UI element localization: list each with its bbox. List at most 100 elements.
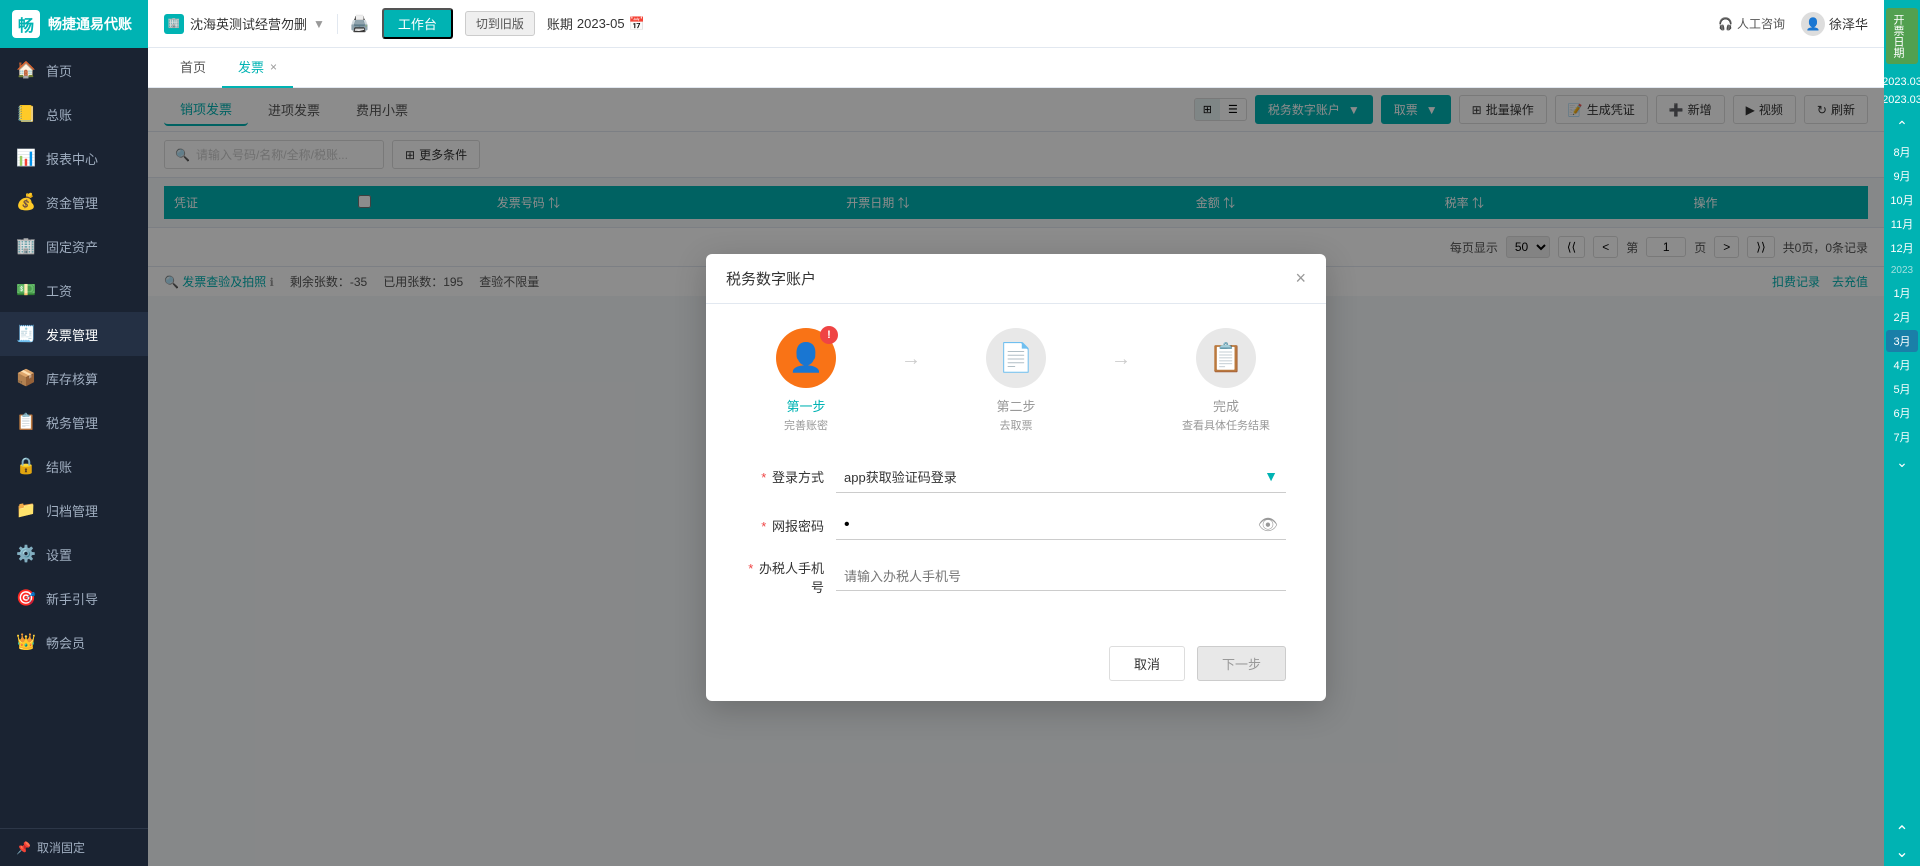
tab-home[interactable]: 首页 (164, 48, 222, 88)
capital-icon: 💰 (16, 192, 36, 212)
month-7[interactable]: 7月 (1886, 426, 1918, 448)
switch-version-button[interactable]: 切到旧版 (465, 11, 535, 36)
month-1[interactable]: 1月 (1886, 282, 1918, 304)
sidebar-item-closing[interactable]: 🔒 结账 (0, 444, 148, 488)
topbar: 🏢 沈海英测试经营勿删 ▼ 🖨️ 工作台 切到旧版 账期 2023-05 📅 🎧… (148, 0, 1884, 48)
step-2-label: 第二步 (996, 396, 1035, 415)
sidebar-item-label: 税务管理 (46, 413, 98, 432)
divider (337, 14, 338, 34)
phone-input[interactable] (836, 563, 1286, 591)
calendar-icon[interactable]: 📅 (629, 16, 645, 32)
sidebar-item-archive[interactable]: 📁 归档管理 (0, 488, 148, 532)
sidebar-item-guide[interactable]: 🎯 新手引导 (0, 576, 148, 620)
payroll-icon: 💵 (16, 280, 36, 300)
dialog-footer: 取消 下一步 (706, 634, 1326, 701)
password-row: * 网报密码 👁 (746, 511, 1286, 540)
sidebar-item-ledger[interactable]: 📒 总账 (0, 92, 148, 136)
assets-icon: 🏢 (16, 236, 36, 256)
step-2: 📄 第二步 去取票 (956, 328, 1076, 433)
sidebar-item-label: 工资 (46, 281, 72, 300)
month-nav-up[interactable]: ⌃ (1896, 114, 1908, 139)
dialog-body: 👤 ! 第一步 完善账密 → (706, 304, 1326, 634)
closing-icon: 🔒 (16, 456, 36, 476)
reports-icon: 📊 (16, 148, 36, 168)
next-button[interactable]: 下一步 (1197, 646, 1286, 681)
month-4[interactable]: 4月 (1886, 354, 1918, 376)
dialog-header: 税务数字账户 × (706, 254, 1326, 304)
sidebar-item-tax[interactable]: 📋 税务管理 (0, 400, 148, 444)
tab-invoice[interactable]: 发票 × (222, 48, 293, 88)
sidebar-item-label: 首页 (46, 61, 72, 80)
dialog-form: * 登录方式 app获取验证码登录 ▼ * (746, 461, 1286, 596)
dialog-title: 税务数字账户 (726, 268, 816, 289)
pin-icon: 📌 (16, 841, 31, 855)
sidebar-logo: 畅 畅捷通易代账 (0, 0, 148, 48)
collapse-panel-btn[interactable]: ⌃⌄ (1895, 822, 1908, 862)
sidebar-item-label: 结账 (46, 457, 72, 476)
login-method-value: app获取验证码登录 (844, 467, 957, 486)
month-12[interactable]: 12月 (1886, 237, 1918, 259)
sidebar-item-reports[interactable]: 📊 报表中心 (0, 136, 148, 180)
sidebar-item-inventory[interactable]: 📦 库存核算 (0, 356, 148, 400)
step-1-desc: 完善账密 (784, 417, 828, 433)
step-arrow-1: → (866, 328, 956, 371)
sidebar-item-label: 归档管理 (46, 501, 98, 520)
step-3-label: 完成 (1213, 396, 1239, 415)
service-button[interactable]: 🎧 人工咨询 (1718, 15, 1785, 32)
sidebar-item-label: 新手引导 (46, 589, 98, 608)
month-5[interactable]: 5月 (1886, 378, 1918, 400)
tax-digital-dialog: 税务数字账户 × 👤 ! 第一步 完善账密 (706, 254, 1326, 701)
invoice-icon: 🧾 (16, 324, 36, 344)
month-10[interactable]: 10月 (1886, 189, 1918, 211)
password-label: * 网报密码 (746, 516, 836, 535)
month-2[interactable]: 2月 (1886, 306, 1918, 328)
home-icon: 🏠 (16, 60, 36, 80)
sidebar-item-payroll[interactable]: 💵 工资 (0, 268, 148, 312)
step-3: 📋 完成 查看具体任务结果 (1166, 328, 1286, 433)
open-date-panel-button[interactable]: 开票日期 (1886, 8, 1918, 64)
workbench-button[interactable]: 工作台 (382, 8, 453, 39)
dialog-close-button[interactable]: × (1295, 268, 1306, 289)
login-method-label: * 登录方式 (746, 467, 836, 486)
sidebar-item-label: 库存核算 (46, 369, 98, 388)
cancel-fixed-btn[interactable]: 📌 取消固定 (0, 829, 148, 866)
sidebar-item-label: 固定资产 (46, 237, 98, 256)
sidebar-bottom: 📌 取消固定 (0, 828, 148, 866)
step-1: 👤 ! 第一步 完善账密 (746, 328, 866, 433)
guide-icon: 🎯 (16, 588, 36, 608)
sidebar-item-assets[interactable]: 🏢 固定资产 (0, 224, 148, 268)
main-area: 🏢 沈海英测试经营勿删 ▼ 🖨️ 工作台 切到旧版 账期 2023-05 📅 🎧… (148, 0, 1884, 866)
user-menu[interactable]: 👤 徐泽华 (1801, 12, 1868, 36)
month-8[interactable]: 8月 (1886, 141, 1918, 163)
month-nav-down[interactable]: ⌄ (1896, 450, 1908, 475)
tab-close-icon[interactable]: × (270, 60, 277, 74)
month-9[interactable]: 9月 (1886, 165, 1918, 187)
sidebar-item-settings[interactable]: ⚙️ 设置 (0, 532, 148, 576)
phone-row: * 办税人手机号 (746, 558, 1286, 596)
archive-icon: 📁 (16, 500, 36, 520)
period-display: 账期 2023-05 📅 (547, 14, 645, 33)
month-3[interactable]: 3月 (1886, 330, 1918, 352)
sidebar-item-invoice[interactable]: 🧾 发票管理 (0, 312, 148, 356)
printer-icon[interactable]: 🖨️ (350, 14, 370, 34)
company-dropdown-icon: ▼ (313, 17, 325, 31)
password-input[interactable] (844, 516, 1258, 534)
sidebar-item-label: 资金管理 (46, 193, 98, 212)
month-6[interactable]: 6月 (1886, 402, 1918, 424)
company-selector[interactable]: 🏢 沈海英测试经营勿删 ▼ (164, 14, 325, 34)
service-icon: 🎧 (1718, 17, 1733, 31)
step-error-badge: ! (820, 326, 838, 344)
steps-indicator: 👤 ! 第一步 完善账密 → (746, 328, 1286, 433)
toggle-password-icon[interactable]: 👁 (1258, 515, 1278, 535)
company-icon: 🏢 (164, 14, 184, 34)
sidebar-item-capital[interactable]: 💰 资金管理 (0, 180, 148, 224)
month-11[interactable]: 11月 (1886, 213, 1918, 235)
login-method-select[interactable]: app获取验证码登录 ▼ (836, 461, 1286, 493)
sidebar-item-label: 畅会员 (46, 633, 85, 652)
password-input-wrapper: 👁 (836, 511, 1286, 540)
step-2-icon: 📄 (986, 328, 1046, 388)
sidebar-item-home[interactable]: 🏠 首页 (0, 48, 148, 92)
sidebar-item-member[interactable]: 👑 畅会员 (0, 620, 148, 664)
cancel-button[interactable]: 取消 (1109, 646, 1185, 681)
tax-icon: 📋 (16, 412, 36, 432)
